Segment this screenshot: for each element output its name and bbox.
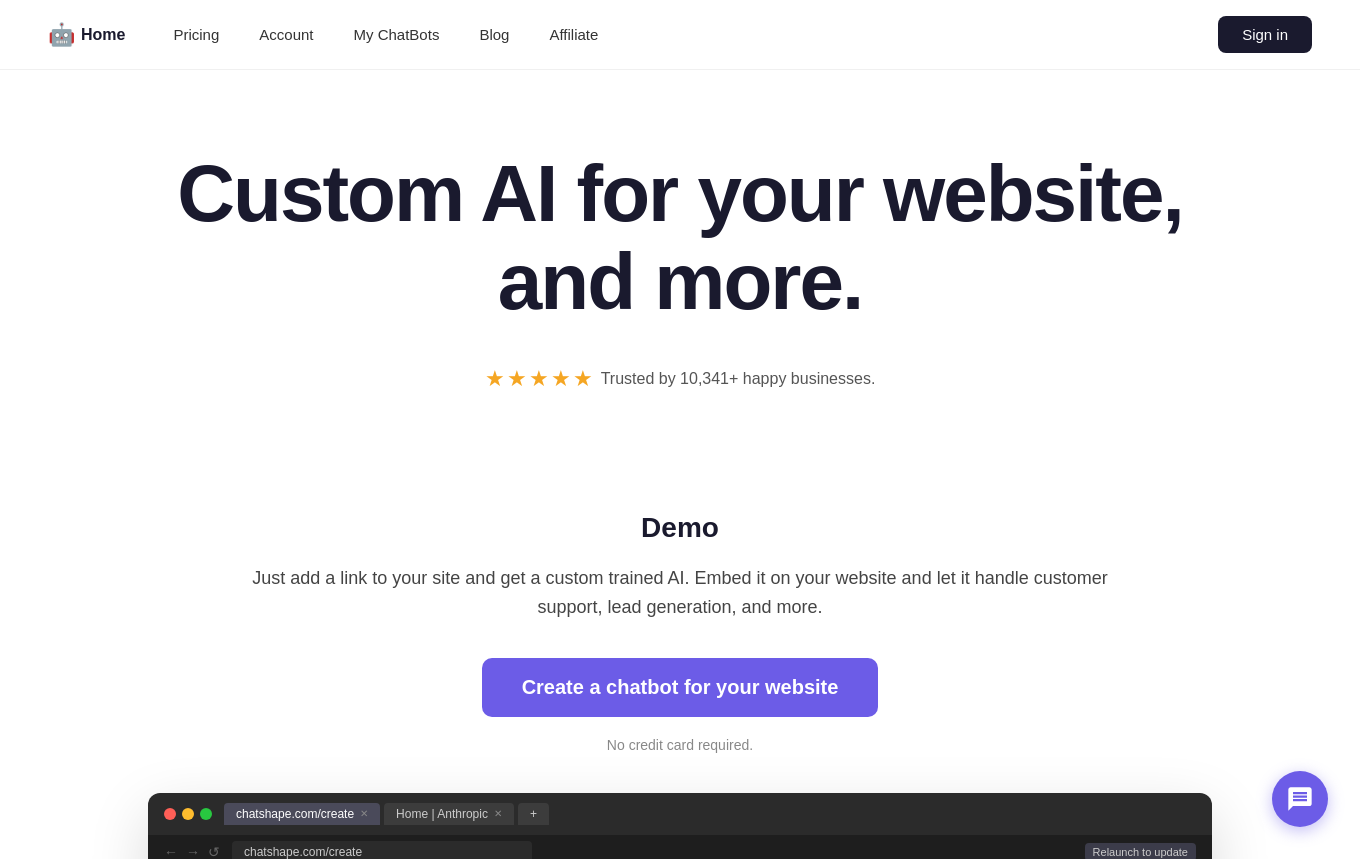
sign-in-button[interactable]: Sign in: [1218, 16, 1312, 53]
address-bar-row: ← → ↺ chatshape.com/create Relaunch to u…: [148, 835, 1212, 859]
browser-tab-1[interactable]: chatshape.com/create ✕: [224, 803, 380, 825]
hero-title: Custom AI for your website, and more.: [130, 150, 1230, 326]
chat-widget-button[interactable]: [1272, 771, 1328, 827]
nav-arrows: ← → ↺: [164, 844, 220, 859]
star-4: ★: [551, 366, 571, 392]
browser-tab-new[interactable]: +: [518, 803, 549, 825]
nav-link-pricing[interactable]: Pricing: [157, 18, 235, 51]
logo-text: Home: [81, 26, 125, 44]
star-2: ★: [507, 366, 527, 392]
screenshot-container: chatshape.com/create ✕ Home | Anthropic …: [100, 793, 1260, 859]
star-5: ★: [573, 366, 593, 392]
nav-link-blog[interactable]: Blog: [463, 18, 525, 51]
hero-rating: ★ ★ ★ ★ ★ Trusted by 10,341+ happy busin…: [48, 366, 1312, 392]
logo-icon: 🤖: [48, 22, 75, 48]
no-credit-card-text: No credit card required.: [48, 737, 1312, 753]
browser-dots: [164, 808, 212, 820]
hero-section: Custom AI for your website, and more. ★ …: [0, 70, 1360, 452]
star-3: ★: [529, 366, 549, 392]
tab-close-1[interactable]: ✕: [360, 808, 368, 819]
nav-links: Pricing Account My ChatBots Blog Affilia…: [157, 18, 614, 51]
tab-1-label: chatshape.com/create: [236, 807, 354, 821]
nav-link-affiliate[interactable]: Affiliate: [533, 18, 614, 51]
navbar: 🤖 Home Pricing Account My ChatBots Blog …: [0, 0, 1360, 70]
demo-description: Just add a link to your site and get a c…: [230, 564, 1130, 622]
dot-yellow: [182, 808, 194, 820]
create-chatbot-button[interactable]: Create a chatbot for your website: [482, 658, 879, 717]
star-rating: ★ ★ ★ ★ ★: [485, 366, 593, 392]
browser-mockup: chatshape.com/create ✕ Home | Anthropic …: [148, 793, 1212, 859]
forward-arrow-icon[interactable]: →: [186, 844, 200, 859]
browser-tab-2[interactable]: Home | Anthropic ✕: [384, 803, 514, 825]
nav-left: 🤖 Home Pricing Account My ChatBots Blog …: [48, 18, 614, 51]
star-1: ★: [485, 366, 505, 392]
dot-red: [164, 808, 176, 820]
rating-text: Trusted by 10,341+ happy businesses.: [601, 370, 876, 388]
new-tab-icon: +: [530, 807, 537, 821]
nav-logo[interactable]: 🤖 Home: [48, 22, 125, 48]
dot-green: [200, 808, 212, 820]
back-arrow-icon[interactable]: ←: [164, 844, 178, 859]
tab-close-2[interactable]: ✕: [494, 808, 502, 819]
tab-2-label: Home | Anthropic: [396, 807, 488, 821]
relaunch-badge[interactable]: Relaunch to update: [1085, 843, 1196, 859]
chat-icon: [1286, 785, 1314, 813]
nav-link-account[interactable]: Account: [243, 18, 329, 51]
browser-tabs: chatshape.com/create ✕ Home | Anthropic …: [224, 803, 1196, 825]
browser-bar: chatshape.com/create ✕ Home | Anthropic …: [148, 793, 1212, 835]
demo-section: Demo Just add a link to your site and ge…: [0, 452, 1360, 773]
browser-actions: Relaunch to update: [1085, 843, 1196, 859]
address-bar[interactable]: chatshape.com/create: [232, 841, 532, 859]
nav-right: Sign in: [1218, 16, 1312, 53]
demo-title: Demo: [48, 512, 1312, 544]
refresh-icon[interactable]: ↺: [208, 844, 220, 859]
nav-link-mychatbots[interactable]: My ChatBots: [338, 18, 456, 51]
